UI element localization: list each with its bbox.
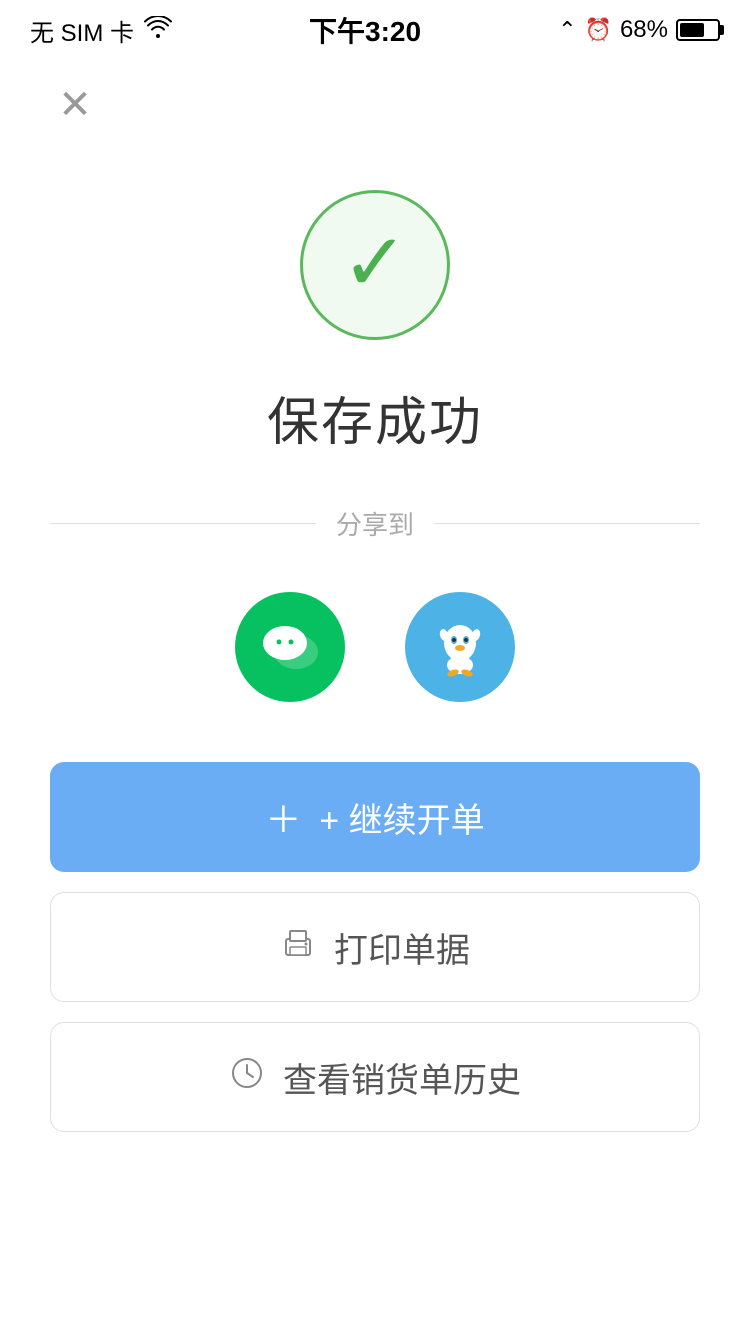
battery-percent: 68% bbox=[620, 16, 668, 44]
printer-icon bbox=[280, 925, 316, 970]
plus-icon: ＋ bbox=[265, 791, 301, 843]
qq-icon bbox=[428, 615, 493, 680]
continue-button[interactable]: ＋ + 继续开单 bbox=[50, 762, 700, 872]
success-circle: ✓ bbox=[300, 190, 450, 340]
print-label: 打印单据 bbox=[334, 923, 470, 972]
share-line-left bbox=[50, 523, 316, 524]
clock-icon bbox=[229, 1055, 265, 1100]
status-right: ⌃ ⏰ 68% bbox=[558, 16, 720, 44]
wechat-share-button[interactable] bbox=[235, 592, 345, 702]
carrier-text: 无 SIM 卡 bbox=[30, 13, 134, 48]
battery-icon bbox=[676, 19, 720, 41]
success-title: 保存成功 bbox=[267, 380, 483, 455]
history-button[interactable]: 查看销货单历史 bbox=[50, 1022, 700, 1132]
share-section: 分享到 bbox=[50, 505, 700, 542]
share-icons bbox=[235, 592, 515, 702]
wifi-icon bbox=[144, 16, 172, 45]
alarm-icon: ⏰ bbox=[585, 17, 612, 43]
print-button[interactable]: 打印单据 bbox=[50, 892, 700, 1002]
status-time: 下午3:20 bbox=[309, 10, 421, 50]
location-icon: ⌃ bbox=[558, 17, 576, 43]
checkmark-icon: ✓ bbox=[341, 223, 408, 303]
status-left: 无 SIM 卡 bbox=[30, 13, 172, 48]
success-icon-wrap: ✓ bbox=[300, 190, 450, 340]
action-buttons: ＋ + 继续开单 打印单据 bbox=[50, 762, 700, 1132]
share-label: 分享到 bbox=[316, 505, 434, 542]
main-content: ✕ ✓ 保存成功 分享到 bbox=[0, 60, 750, 1132]
close-button[interactable]: ✕ bbox=[50, 80, 100, 130]
qq-share-button[interactable] bbox=[405, 592, 515, 702]
share-line-right bbox=[434, 523, 700, 524]
close-icon: ✕ bbox=[58, 85, 92, 125]
close-button-row: ✕ bbox=[50, 60, 700, 160]
wechat-icon bbox=[258, 620, 323, 675]
history-label: 查看销货单历史 bbox=[283, 1053, 521, 1102]
status-bar: 无 SIM 卡 下午3:20 ⌃ ⏰ 68% bbox=[0, 0, 750, 60]
continue-label: + 继续开单 bbox=[319, 793, 484, 842]
